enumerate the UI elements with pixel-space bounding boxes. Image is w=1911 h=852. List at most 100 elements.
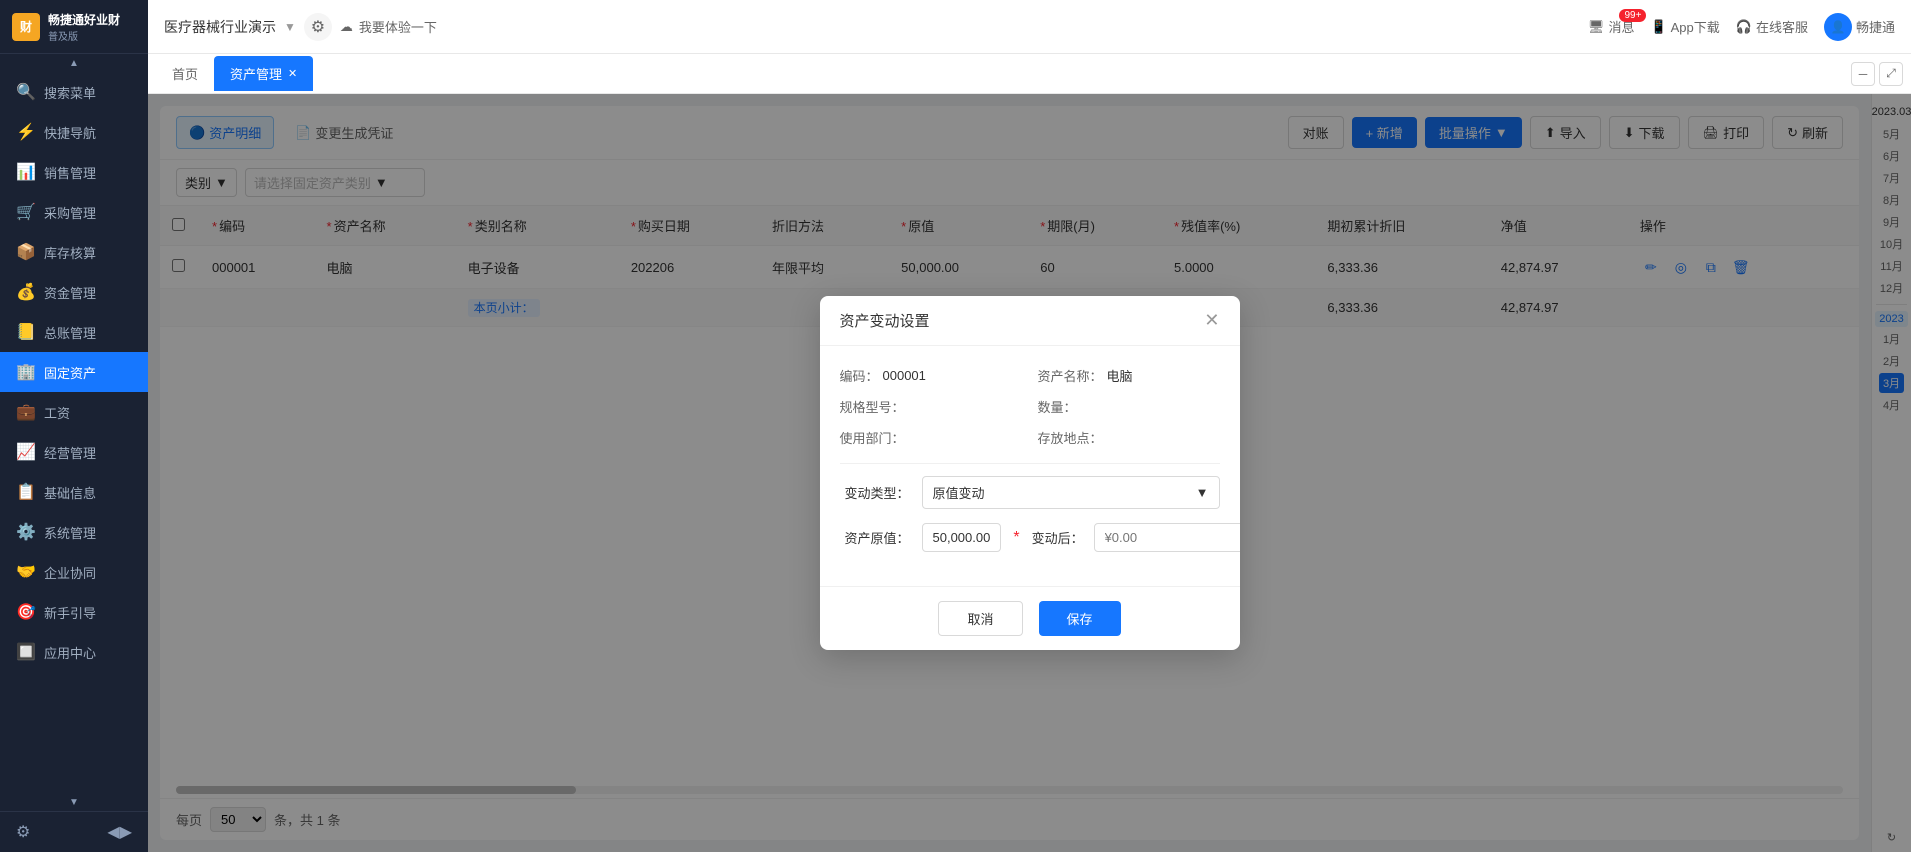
sidebar-item-label: 新手引导 <box>44 603 96 622</box>
tab-home[interactable]: 首页 <box>156 56 214 91</box>
company-name: 医疗器械行业演示 <box>164 17 276 37</box>
sidebar-item-label: 系统管理 <box>44 523 96 542</box>
change-type-dropdown-icon: ▼ <box>1196 485 1209 500</box>
company-dropdown-arrow[interactable]: ▼ <box>284 20 296 34</box>
modal-name-field: 资产名称： 电脑 <box>1038 366 1220 385</box>
after-change-required: * <box>1013 529 1019 547</box>
sidebar-item-label: 应用中心 <box>44 643 96 662</box>
change-type-label: 变动类型： <box>840 483 910 502</box>
sidebar-item-label: 库存核算 <box>44 243 96 262</box>
sidebar-item-ledger[interactable]: 📒 总账管理 <box>0 312 148 352</box>
avatar: 👤 <box>1824 13 1852 41</box>
sidebar-logo: 财 畅捷通好业财 普及版 <box>0 0 148 54</box>
sidebar-item-app-center[interactable]: 🔲 应用中心 <box>0 632 148 672</box>
sidebar-item-basic-info[interactable]: 📋 基础信息 <box>0 472 148 512</box>
change-type-select[interactable]: 原值变动 ▼ <box>922 476 1220 509</box>
sidebar-item-label: 经营管理 <box>44 443 96 462</box>
search-icon: 🔍 <box>16 82 36 102</box>
cancel-button[interactable]: 取消 <box>938 601 1022 636</box>
phone-icon: 📱 <box>1650 19 1666 35</box>
sidebar-item-purchase[interactable]: 🛒 采购管理 <box>0 192 148 232</box>
ledger-icon: 📒 <box>16 322 36 342</box>
sidebar-scroll-up[interactable]: ▲ <box>0 54 148 72</box>
sidebar-item-sales[interactable]: 📊 销售管理 <box>0 152 148 192</box>
header-left: 医疗器械行业演示 ▼ ⚙ ☁ 我要体验一下 <box>164 13 437 41</box>
sidebar-item-label: 销售管理 <box>44 163 96 182</box>
modal-close-button[interactable]: ✕ <box>1204 310 1219 331</box>
sidebar-item-fixed-assets[interactable]: 🏢 固定资产 <box>0 352 148 392</box>
collapse-icon[interactable]: ◀▶ <box>107 822 132 842</box>
sidebar-item-guide[interactable]: 🎯 新手引导 <box>0 592 148 632</box>
basic-info-icon: 📋 <box>16 482 36 502</box>
change-type-row: 变动类型： 原值变动 ▼ <box>840 476 1220 509</box>
sidebar-item-quick-nav[interactable]: ⚡ 快捷导航 <box>0 112 148 152</box>
name-value: 电脑 <box>1107 366 1133 385</box>
save-button[interactable]: 保存 <box>1039 601 1121 636</box>
after-change-input[interactable] <box>1094 523 1240 552</box>
modal-dept-field: 使用部门： <box>840 428 1022 447</box>
feedback-button[interactable]: ☁ 我要体验一下 <box>340 17 437 36</box>
modal-header: 资产变动设置 ✕ <box>820 296 1240 346</box>
name-label: 资产名称： <box>1038 366 1103 385</box>
modal-overlay[interactable]: 资产变动设置 ✕ 编码： 000001 资产名称： 电脑 <box>148 94 1911 852</box>
dept-label: 使用部门： <box>840 428 905 447</box>
sidebar-logo-text: 畅捷通好业财 普及版 <box>48 11 120 43</box>
sidebar-item-payroll[interactable]: 💼 工资 <box>0 392 148 432</box>
content-area: 🔵 资产明细 📄 变更生成凭证 对账 + 新增 <box>148 94 1911 852</box>
messages-badge: 99+ <box>1619 9 1646 22</box>
sidebar-item-finance[interactable]: 💰 资金管理 <box>0 272 148 312</box>
sidebar-item-inventory[interactable]: 📦 库存核算 <box>0 232 148 272</box>
original-value-row: 资产原值： 50,000.00 * 变动后： <box>840 523 1220 552</box>
sidebar-item-label: 资金管理 <box>44 283 96 302</box>
online-service-button[interactable]: 🎧 在线客服 <box>1736 17 1808 36</box>
sidebar-item-label: 总账管理 <box>44 323 96 342</box>
original-value-display: 50,000.00 <box>922 523 1002 552</box>
guide-icon: 🎯 <box>16 602 36 622</box>
sidebar: 财 畅捷通好业财 普及版 ▲ 🔍 搜索菜单 ⚡ 快捷导航 📊 销售管理 🛒 采购… <box>0 0 148 852</box>
user-button[interactable]: 👤 畅捷通 <box>1824 13 1895 41</box>
code-label: 编码： <box>840 366 879 385</box>
modal-info-grid: 编码： 000001 资产名称： 电脑 规格型号： 数量： <box>840 366 1220 447</box>
sidebar-item-label: 工资 <box>44 403 70 422</box>
online-service-label: 在线客服 <box>1756 17 1808 36</box>
sidebar-item-search[interactable]: 🔍 搜索菜单 <box>0 72 148 112</box>
asset-change-modal: 资产变动设置 ✕ 编码： 000001 资产名称： 电脑 <box>820 296 1240 650</box>
system-icon: ⚙️ <box>16 522 36 542</box>
sidebar-scroll-down[interactable]: ▼ <box>0 793 148 811</box>
sidebar-item-label: 快捷导航 <box>44 123 96 142</box>
modal-spec-field: 规格型号： <box>840 397 1022 416</box>
fixed-assets-icon: 🏢 <box>16 362 36 382</box>
sidebar-bottom: ⚙ ◀▶ <box>0 811 148 852</box>
quantity-label: 数量： <box>1038 397 1077 416</box>
sidebar-item-operations[interactable]: 📈 经营管理 <box>0 432 148 472</box>
settings-icon[interactable]: ⚙ <box>16 822 30 842</box>
tab-asset-management[interactable]: 资产管理 ✕ <box>214 56 313 91</box>
tab-maximize-button[interactable]: ⤢ <box>1879 62 1903 86</box>
header-settings-button[interactable]: ⚙ <box>304 13 332 41</box>
modal-location-field: 存放地点： <box>1038 428 1220 447</box>
messages-button[interactable]: 🖥 消息 99+ <box>1588 17 1635 36</box>
sidebar-item-label: 基础信息 <box>44 483 96 502</box>
modal-quantity-field: 数量： <box>1038 397 1220 416</box>
main-area: 医疗器械行业演示 ▼ ⚙ ☁ 我要体验一下 🖥 消息 99+ 📱 App下载 🎧… <box>148 0 1911 852</box>
sales-icon: 📊 <box>16 162 36 182</box>
header: 医疗器械行业演示 ▼ ⚙ ☁ 我要体验一下 🖥 消息 99+ 📱 App下载 🎧… <box>148 0 1911 54</box>
payroll-icon: 💼 <box>16 402 36 422</box>
app-download-button[interactable]: 📱 App下载 <box>1650 17 1719 36</box>
purchase-icon: 🛒 <box>16 202 36 222</box>
sidebar-item-enterprise[interactable]: 🤝 企业协同 <box>0 552 148 592</box>
username-label: 畅捷通 <box>1856 17 1895 36</box>
modal-divider <box>840 463 1220 464</box>
tabs-bar: 首页 资产管理 ✕ ─ ⤢ <box>148 54 1911 94</box>
location-label: 存放地点： <box>1038 428 1103 447</box>
change-type-value: 原值变动 <box>933 483 985 502</box>
tab-asset-label: 资产管理 <box>230 64 282 83</box>
finance-icon: 💰 <box>16 282 36 302</box>
original-value-label: 资产原值： <box>840 528 910 547</box>
sidebar-item-label: 企业协同 <box>44 563 96 582</box>
header-right: 🖥 消息 99+ 📱 App下载 🎧 在线客服 👤 畅捷通 <box>1588 13 1895 41</box>
sidebar-item-system[interactable]: ⚙️ 系统管理 <box>0 512 148 552</box>
tab-close-icon[interactable]: ✕ <box>288 67 297 80</box>
code-value: 000001 <box>883 368 926 383</box>
tab-minimize-button[interactable]: ─ <box>1851 62 1875 86</box>
